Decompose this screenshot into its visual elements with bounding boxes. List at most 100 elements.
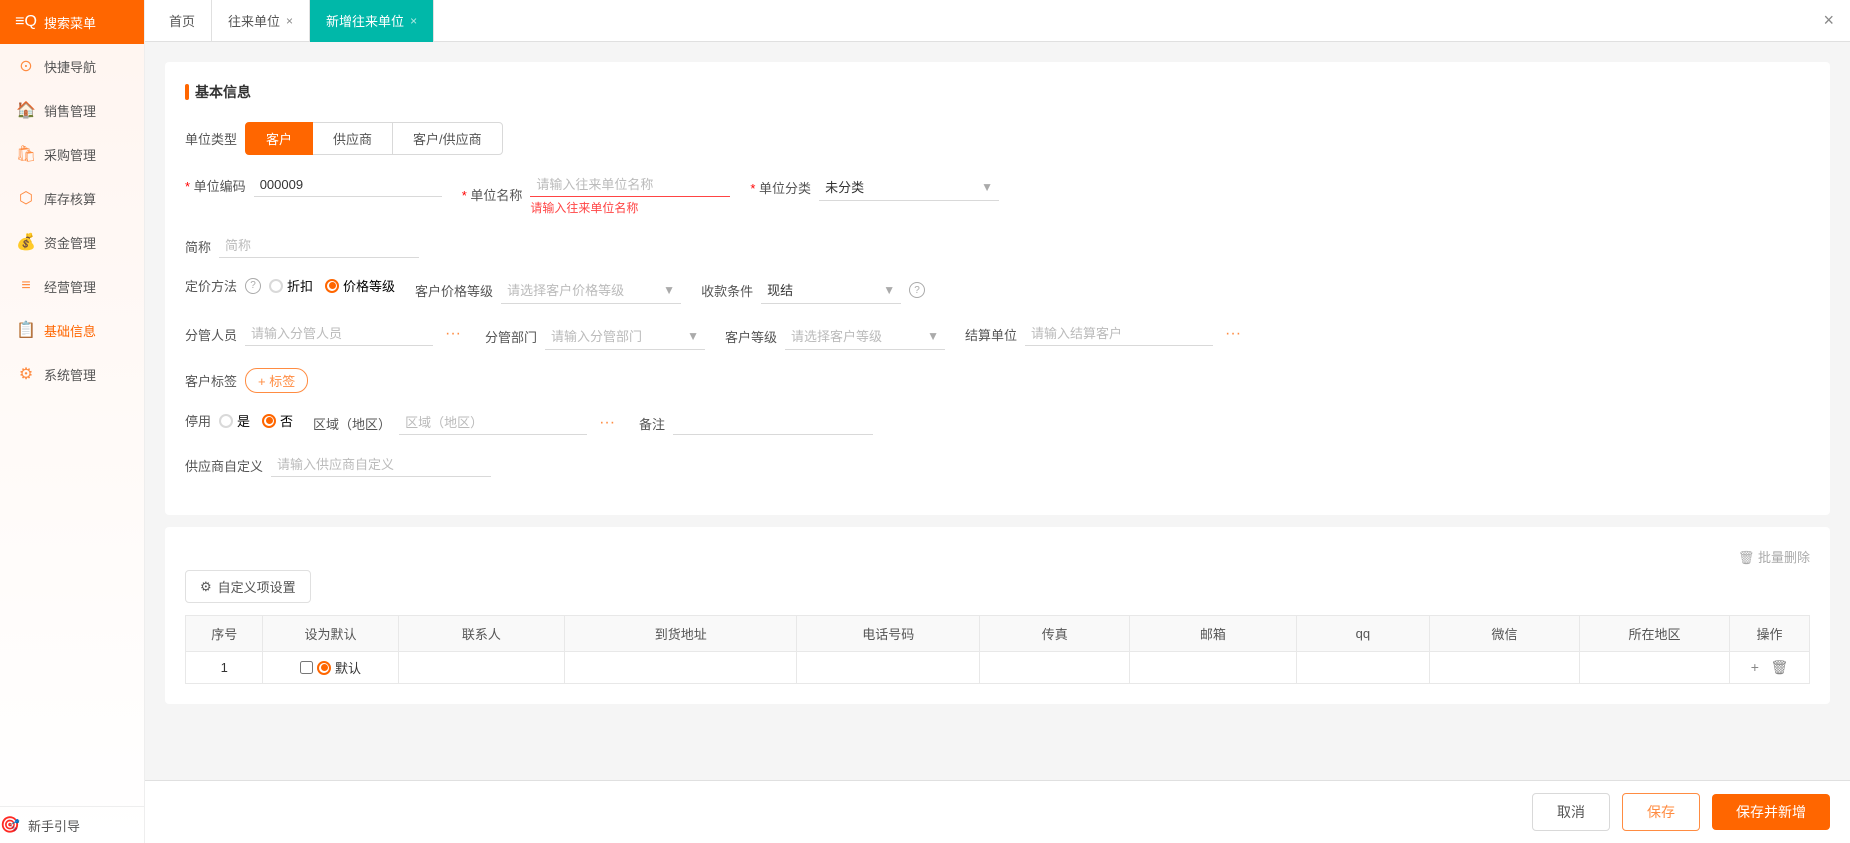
cell-qq[interactable] [1296,652,1429,684]
disable-no-option[interactable]: 否 [262,411,293,430]
row-checkbox[interactable] [300,661,313,674]
cancel-button[interactable]: 取消 [1532,793,1610,831]
pricing-method-help-icon[interactable]: ? [245,278,261,294]
unit-name-input[interactable] [530,173,730,197]
disable-yes-radio [219,414,233,428]
type-btn-both[interactable]: 客户/供应商 [392,122,503,155]
tab-new-partner-label: 新增往来单位 [326,11,404,30]
sidebar-item-quick-nav[interactable]: ⊙ 快捷导航 [0,44,144,88]
col-qq: qq [1296,616,1429,652]
email-input[interactable] [1173,660,1253,675]
customer-level-field: 客户等级 请选择客户等级 ▼ [725,322,945,350]
manager-more-btn[interactable]: ··· [441,325,465,343]
add-row-btn[interactable]: + [1747,659,1763,675]
sidebar-item-label: 销售管理 [44,101,96,120]
sidebar-item-guide[interactable]: 🎯 新手引导 [0,806,144,843]
tab-partners-close[interactable]: × [286,14,293,28]
add-tag-button[interactable]: + 标签 [245,368,308,393]
manager-input[interactable] [245,322,433,346]
batch-delete-btn[interactable]: 🗑 批量删除 [185,547,1810,566]
region-more-btn[interactable]: ··· [595,414,619,432]
region-input[interactable] [399,411,587,435]
remarks-label: 备注 [639,414,665,433]
department-field: 分管部门 请输入分管部门 ▼ [485,322,705,350]
phone-input[interactable] [843,660,933,675]
type-btn-supplier[interactable]: 供应商 [312,122,393,155]
cell-phone[interactable] [797,652,980,684]
settlement-unit-field: 结算单位 ··· [965,322,1245,346]
guide-icon: 🎯 [0,815,20,835]
sidebar-item-operations[interactable]: ≡ 经营管理 [0,264,144,308]
unit-name-label: 单位名称 [462,185,523,204]
basic-info-icon: 📋 [16,320,36,340]
customer-price-level-chevron: ▼ [663,283,675,297]
cell-address[interactable] [565,652,797,684]
default-radio-item[interactable]: 默认 [317,658,361,677]
disable-field: 停用 是 否 [185,411,293,430]
unit-category-select[interactable]: 未分类 ▼ [819,173,999,201]
fax-input[interactable] [1020,660,1090,675]
unit-code-input[interactable] [254,173,442,197]
cell-region[interactable] [1580,652,1730,684]
settlement-unit-more-btn[interactable]: ··· [1221,325,1245,343]
contact-input[interactable] [441,660,521,675]
wechat-input[interactable] [1470,660,1540,675]
supplier-custom-input[interactable] [271,453,491,477]
cell-email[interactable] [1130,652,1296,684]
customer-tag-field: 客户标签 + 标签 [185,368,308,393]
finance-icon: 💰 [16,232,36,252]
payment-terms-help-icon[interactable]: ? [909,282,925,298]
default-radio [317,661,331,675]
settlement-unit-input[interactable] [1025,322,1213,346]
customer-price-level-select[interactable]: 请选择客户价格等级 ▼ [501,276,681,304]
unit-type-btn-group: 客户 供应商 客户/供应商 [245,122,502,155]
tab-home[interactable]: 首页 [153,0,212,42]
department-label: 分管部门 [485,327,537,346]
disable-yes-option[interactable]: 是 [219,411,250,430]
contacts-table: 序号 设为默认 联系人 到货地址 电话号码 传真 邮箱 qq 微信 所在地区 操… [185,615,1810,684]
remarks-field: 备注 [639,411,873,435]
sidebar-item-finance[interactable]: 💰 资金管理 [0,220,144,264]
supplier-custom-field: 供应商自定义 [185,453,491,477]
sidebar-item-purchase[interactable]: 🛍 采购管理 [0,132,144,176]
department-select[interactable]: 请输入分管部门 ▼ [545,322,705,350]
abbr-input[interactable] [219,234,419,258]
pricing-level-label: 价格等级 [343,276,395,295]
delete-row-btn[interactable]: 🗑 [1767,659,1793,675]
col-wechat: 微信 [1430,616,1580,652]
cell-contact[interactable] [398,652,564,684]
sidebar-item-sales[interactable]: 🏠 销售管理 [0,88,144,132]
main-area: 首页 往来单位 × 新增往来单位 × × 基本信息 单位类型 客 [145,0,1850,843]
pricing-level-option[interactable]: 价格等级 [325,276,395,295]
save-button[interactable]: 保存 [1622,793,1700,831]
customer-level-select[interactable]: 请选择客户等级 ▼ [785,322,945,350]
unit-category-chevron: ▼ [981,180,993,194]
unit-code-label: 单位编码 [185,176,246,195]
cell-default: 默认 [263,652,398,684]
batch-delete-icon: 🗑 [1738,550,1755,565]
save-new-button[interactable]: 保存并新增 [1712,794,1830,830]
type-btn-customer[interactable]: 客户 [245,122,313,155]
sidebar-item-inventory[interactable]: ⬡ 库存核算 [0,176,144,220]
tags-row: 客户标签 + 标签 [185,368,1810,393]
table-row: 1 默认 [186,652,1810,684]
sidebar-item-system[interactable]: ⚙ 系统管理 [0,352,144,396]
table-header-row: 序号 设为默认 联系人 到货地址 电话号码 传真 邮箱 qq 微信 所在地区 操… [186,616,1810,652]
sidebar-item-search[interactable]: ≡Q 搜索菜单 [0,0,144,44]
region-field: 区域（地区） ··· [313,411,619,435]
payment-terms-select[interactable]: 现结 ▼ [761,276,901,304]
region-cell-input[interactable] [1620,660,1690,675]
pricing-discount-option[interactable]: 折扣 [269,276,313,295]
sidebar-item-basic-info[interactable]: 📋 基础信息 [0,308,144,352]
window-close-button[interactable]: × [1815,10,1842,31]
tab-new-partner[interactable]: 新增往来单位 × [310,0,434,42]
pricing-discount-label: 折扣 [287,276,313,295]
cell-wechat[interactable] [1430,652,1580,684]
cell-fax[interactable] [980,652,1130,684]
tab-new-partner-close[interactable]: × [410,14,417,28]
tab-partners[interactable]: 往来单位 × [212,0,310,42]
qq-input[interactable] [1333,660,1393,675]
remarks-input[interactable] [673,411,873,435]
address-input[interactable] [621,660,741,675]
custom-settings-button[interactable]: ⚙ 自定义项设置 [185,570,311,603]
